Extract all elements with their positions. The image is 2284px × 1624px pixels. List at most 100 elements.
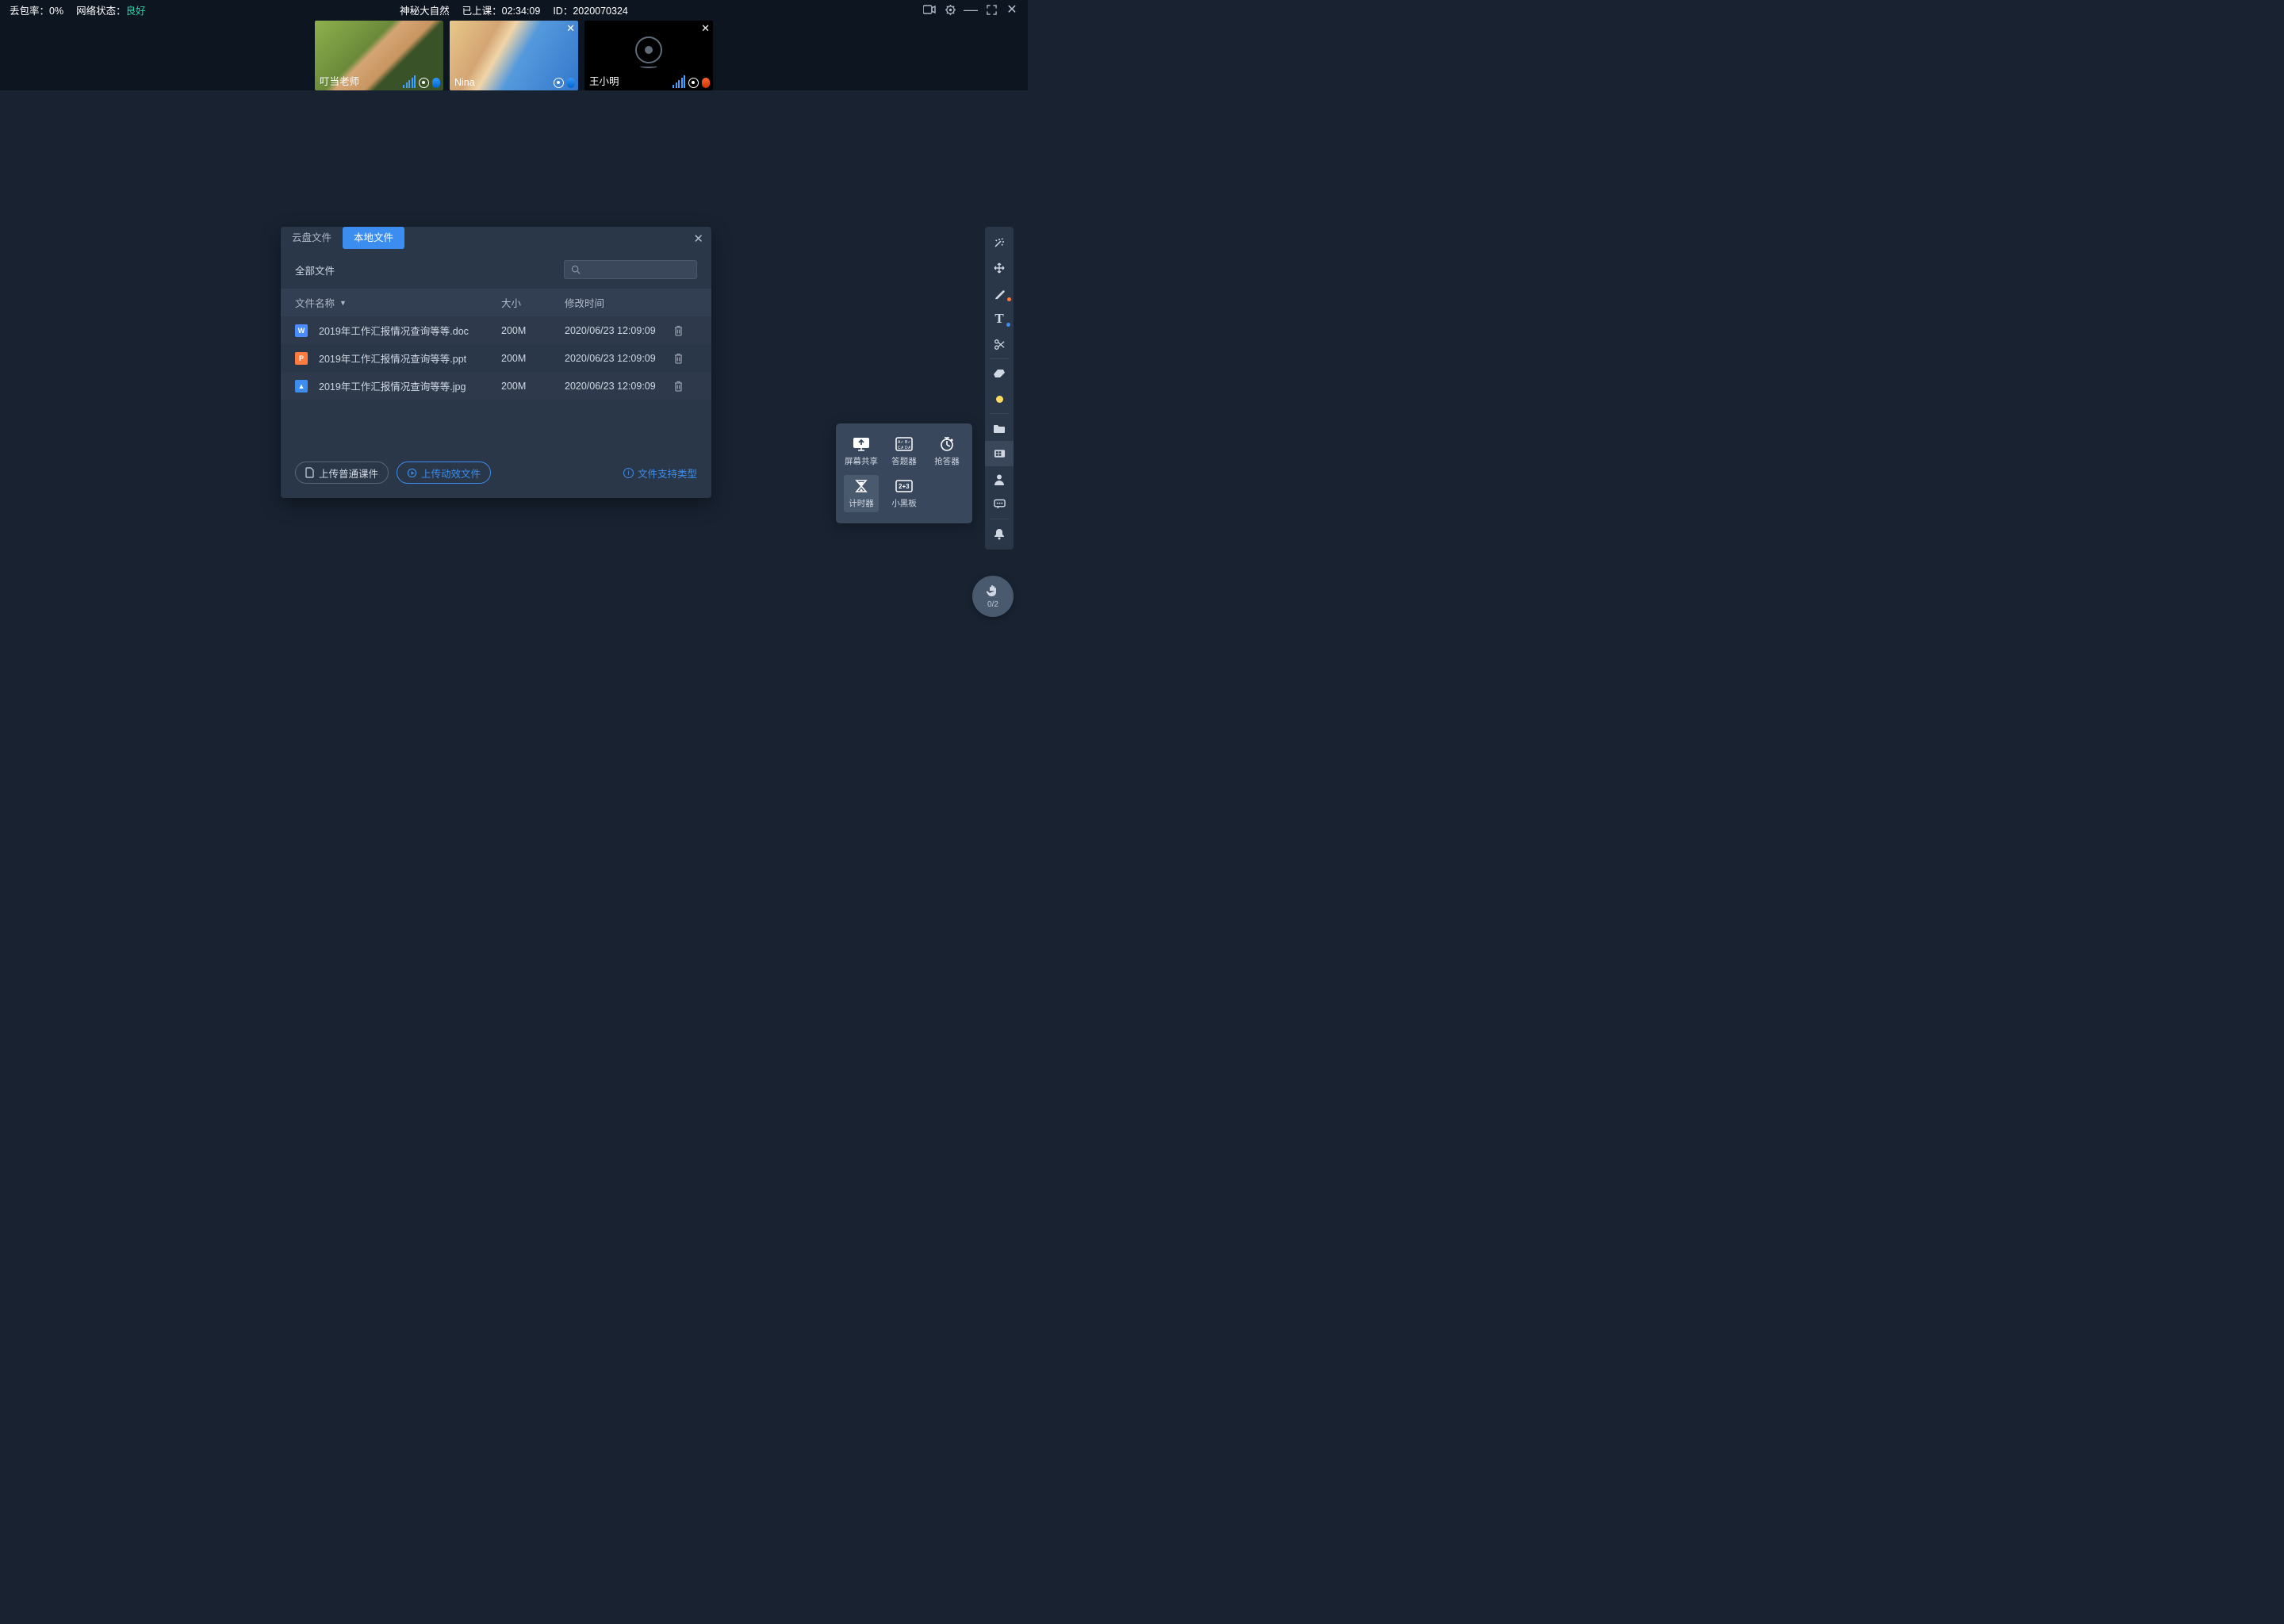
file-name: 2019年工作汇报情况查询等等.ppt — [319, 350, 466, 366]
eraser-icon[interactable] — [985, 361, 1014, 386]
file-name: 2019年工作汇报情况查询等等.jpg — [319, 378, 466, 393]
file-size: 200M — [501, 325, 565, 336]
room-id: ID：2020070324 — [553, 2, 628, 17]
hand-count: 0/2 — [987, 600, 998, 609]
text-icon[interactable]: T — [985, 306, 1014, 331]
camera-icon[interactable] — [419, 78, 429, 88]
laser-pointer-icon[interactable] — [985, 230, 1014, 255]
screen-icon — [851, 436, 872, 452]
pen-icon[interactable] — [985, 281, 1014, 306]
folder-icon[interactable] — [985, 416, 1014, 441]
col-time[interactable]: 修改时间 — [565, 295, 673, 310]
tool-label: 计时器 — [849, 497, 874, 509]
apps-icon[interactable] — [985, 441, 1014, 466]
table-row[interactable]: P 2019年工作汇报情况查询等等.ppt 200M2020/06/23 12:09… — [281, 344, 711, 372]
table-row[interactable]: W 2019年工作汇报情况查询等等.doc 200M2020/06/23 12:09… — [281, 316, 711, 344]
play-icon — [407, 468, 417, 478]
camera-icon[interactable] — [554, 78, 564, 88]
delete-icon[interactable] — [673, 325, 697, 336]
top-bar: 丢包率：0% 网络状态：良好 神秘大自然 已上课：02:34:09 ID：202… — [0, 0, 1028, 19]
mic-icon[interactable] — [567, 78, 575, 88]
board-icon: 2+3 — [894, 478, 914, 494]
mic-icon[interactable] — [432, 78, 440, 88]
col-name[interactable]: 文件名称▼ — [295, 295, 501, 310]
delete-icon[interactable] — [673, 353, 697, 364]
file-time: 2020/06/23 12:09:09 — [565, 381, 673, 392]
raise-hand-button[interactable]: 0/2 — [972, 576, 1014, 617]
minimize-icon[interactable]: — — [964, 3, 977, 16]
table-header: 文件名称▼ 大小 修改时间 — [281, 289, 711, 316]
tool-label: 抢答器 — [934, 455, 960, 467]
delete-icon[interactable] — [673, 381, 697, 392]
tool-answer[interactable]: A✓B✓C✗D✗ 答题器 — [887, 433, 922, 470]
chat-icon[interactable] — [985, 492, 1014, 517]
tool-board[interactable]: 2+3 小黑板 — [887, 475, 922, 512]
dialog-close-icon[interactable]: ✕ — [693, 232, 703, 246]
network-status: 网络状态：良好 — [76, 2, 146, 17]
table-row[interactable]: ▲ 2019年工作汇报情况查询等等.jpg 200M2020/06/23 12:09… — [281, 372, 711, 400]
signal-bars-icon — [673, 75, 685, 88]
answer-icon: A✓B✓C✗D✗ — [894, 436, 914, 452]
upload-animated-button[interactable]: 上传动效文件 — [397, 462, 491, 484]
tile-close-icon[interactable]: ✕ — [566, 22, 575, 35]
file-types-help[interactable]: i文件支持类型 — [623, 465, 697, 481]
search-input[interactable] — [584, 264, 707, 275]
file-time: 2020/06/23 12:09:09 — [565, 353, 673, 364]
search-icon — [571, 265, 581, 274]
packet-loss: 丢包率：0% — [10, 2, 63, 17]
file-icon — [305, 467, 315, 478]
color-icon[interactable] — [985, 386, 1014, 412]
tile-close-icon[interactable]: ✕ — [701, 22, 710, 35]
room-name: 神秘大自然 — [400, 2, 450, 17]
tool-timer[interactable]: 计时器 — [844, 475, 879, 512]
camera-off-icon — [629, 36, 669, 68]
svg-text:2+3: 2+3 — [899, 483, 910, 490]
tool-label: 答题器 — [891, 455, 917, 467]
person-icon[interactable] — [985, 466, 1014, 492]
col-size[interactable]: 大小 — [501, 295, 565, 310]
camera-icon[interactable] — [688, 78, 699, 88]
mic-icon[interactable] — [702, 78, 710, 88]
scissors-icon[interactable] — [985, 331, 1014, 357]
timer-icon — [851, 478, 872, 494]
file-name: 2019年工作汇报情况查询等等.doc — [319, 323, 469, 338]
info-icon: i — [623, 468, 634, 478]
tool-screen[interactable]: 屏幕共享 — [844, 433, 879, 470]
settings-icon[interactable] — [944, 3, 956, 16]
tab-cloud-files[interactable]: 云盘文件 — [281, 227, 343, 249]
file-time: 2020/06/23 12:09:09 — [565, 325, 673, 336]
filetype-icon: P — [295, 352, 308, 365]
svg-text:C✗: C✗ — [898, 446, 904, 450]
svg-text:B✓: B✓ — [905, 440, 911, 445]
file-size: 200M — [501, 381, 565, 392]
tab-local-files[interactable]: 本地文件 — [343, 227, 404, 249]
tool-label: 屏幕共享 — [845, 455, 878, 467]
participant-name: 叮当老师 — [320, 73, 359, 88]
svg-text:D✗: D✗ — [905, 446, 911, 450]
svg-text:A✓: A✓ — [898, 440, 904, 445]
quick-icon — [937, 436, 957, 452]
signal-bars-icon — [403, 75, 416, 88]
close-icon[interactable]: ✕ — [1006, 3, 1018, 16]
fullscreen-icon[interactable] — [985, 3, 998, 16]
hand-icon — [985, 584, 1001, 599]
search-input-wrap[interactable] — [564, 260, 697, 279]
video-tile[interactable]: 叮当老师 — [315, 21, 443, 90]
move-icon[interactable] — [985, 255, 1014, 281]
class-timer: 已上课：02:34:09 — [462, 2, 541, 17]
video-strip: 叮当老师 ✕Nina✕王小明 — [0, 19, 1028, 90]
upload-normal-button[interactable]: 上传普通课件 — [295, 462, 389, 484]
filetype-icon: W — [295, 324, 308, 337]
file-size: 200M — [501, 353, 565, 364]
video-tile[interactable]: ✕Nina — [450, 21, 578, 90]
tool-panel: 屏幕共享 A✓B✓C✗D✗ 答题器 抢答器计时器 2+3 小黑板 — [836, 423, 972, 523]
breadcrumb-all-files[interactable]: 全部文件 — [295, 262, 335, 278]
bell-icon[interactable] — [985, 521, 1014, 546]
tool-quick[interactable]: 抢答器 — [929, 433, 964, 470]
filetype-icon: ▲ — [295, 380, 308, 393]
toolbox-sidebar: T — [985, 227, 1014, 550]
video-tile[interactable]: ✕王小明 — [584, 21, 713, 90]
tool-label: 小黑板 — [891, 497, 917, 509]
camera-toggle-icon[interactable] — [923, 3, 936, 16]
sort-icon: ▼ — [339, 299, 347, 307]
